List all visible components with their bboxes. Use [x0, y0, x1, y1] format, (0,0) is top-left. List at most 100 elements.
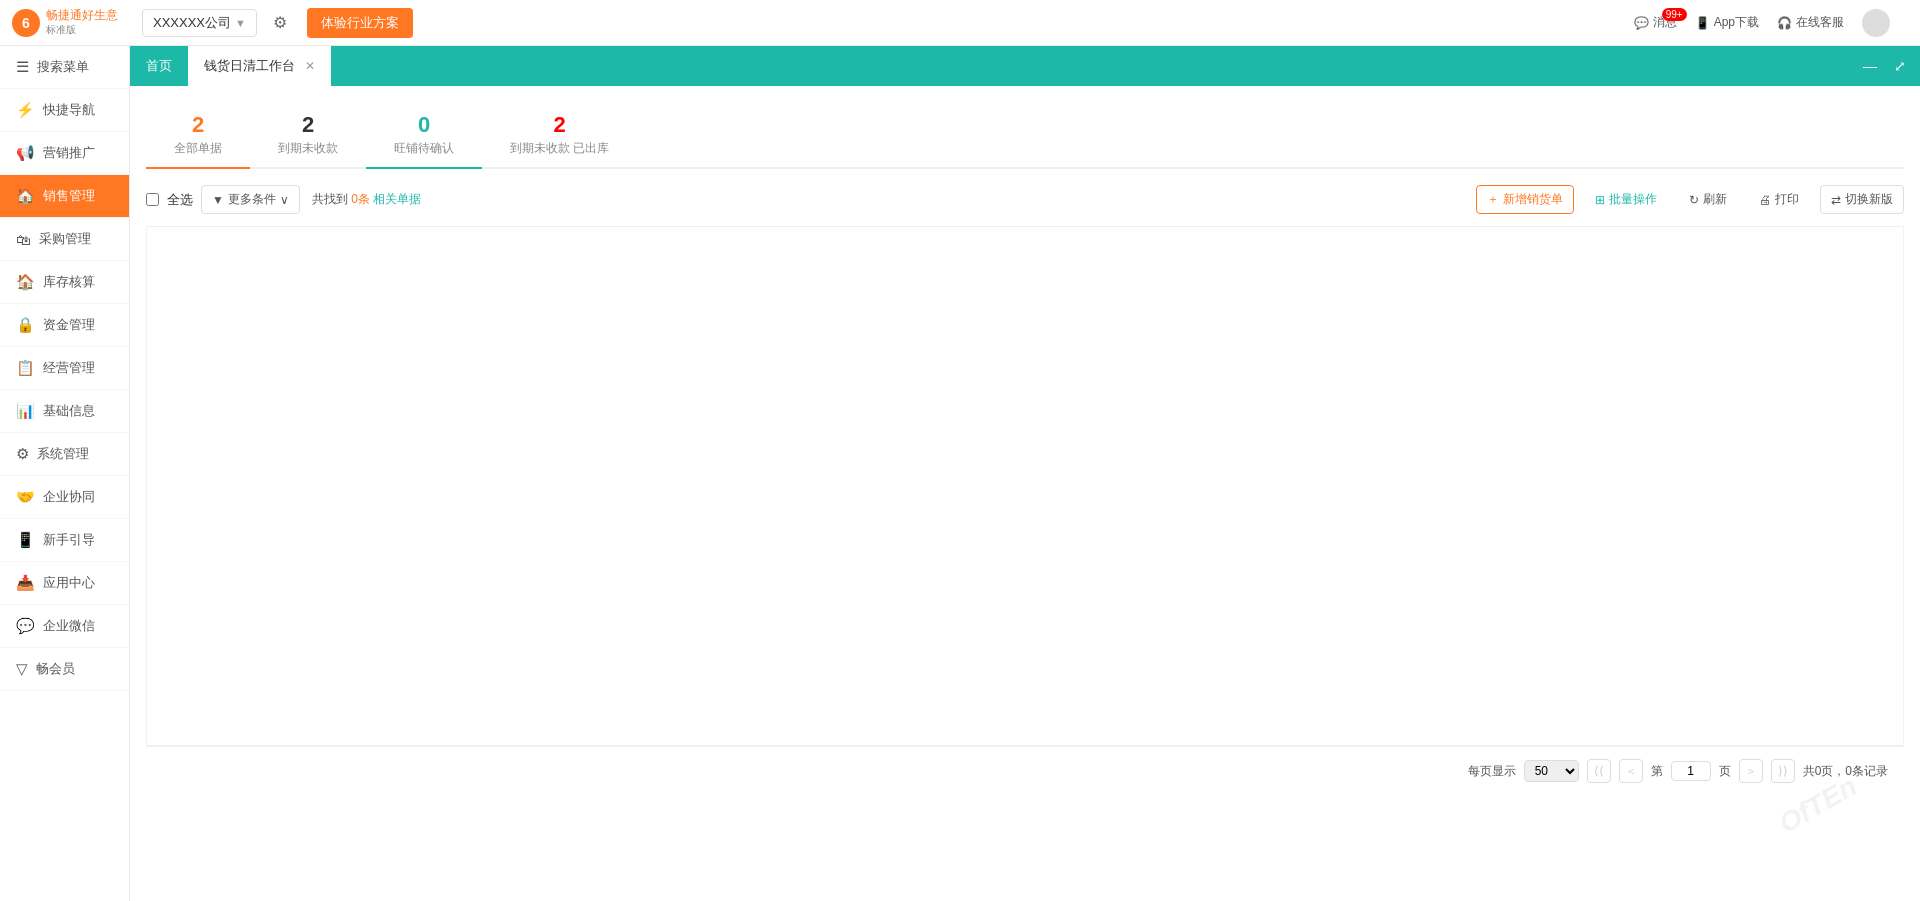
main-content: 2 全部单据 2 到期未收款 0 旺铺待确认 2 到期未收款 已出库 全选 ▼ … — [130, 86, 1920, 901]
refresh-button[interactable]: ↻ 刷新 — [1678, 185, 1738, 214]
tab-minimize-icon[interactable]: — — [1858, 54, 1882, 78]
sidebar-item-quick-nav[interactable]: ⚡ 快捷导航 — [0, 89, 129, 132]
sidebar-item-basic-info[interactable]: 📊 基础信息 — [0, 390, 129, 433]
sidebar-item-inventory[interactable]: 🏠 库存核算 — [0, 261, 129, 304]
message-icon: 💬 — [1634, 16, 1649, 30]
batch-icon: ⊞ — [1595, 193, 1605, 207]
filter-icon: ▼ — [212, 193, 224, 207]
batch-button[interactable]: ⊞ 批量操作 — [1584, 185, 1668, 214]
switch-label: 切换新版 — [1845, 191, 1893, 208]
service-icon: 🎧 — [1777, 16, 1792, 30]
app-badge: 标准版 — [46, 23, 118, 37]
select-all-checkbox[interactable] — [146, 193, 159, 206]
refresh-label: 刷新 — [1703, 191, 1727, 208]
content-area: 2 全部单据 2 到期未收款 0 旺铺待确认 2 到期未收款 已出库 全选 ▼ … — [130, 86, 1920, 901]
stat-tab-pending[interactable]: 0 旺铺待确认 — [366, 102, 482, 169]
sidebar-item-guide[interactable]: 📱 新手引导 — [0, 519, 129, 562]
tab-maximize-icon[interactable]: ⤢ — [1888, 54, 1912, 78]
switch-version-button[interactable]: ⇄ 切换新版 — [1820, 185, 1904, 214]
message-icon-item[interactable]: 💬 消息 99+ — [1634, 14, 1677, 31]
next-page-button[interactable]: ＞ — [1739, 759, 1763, 783]
page-input[interactable] — [1671, 761, 1711, 781]
sidebar-item-label: 应用中心 — [43, 574, 95, 592]
prev-page-button[interactable]: ＜ — [1619, 759, 1643, 783]
tab-home-label: 首页 — [146, 57, 172, 75]
sidebar-item-app-center[interactable]: 📥 应用中心 — [0, 562, 129, 605]
message-badge: 99+ — [1662, 8, 1687, 21]
switch-icon: ⇄ — [1831, 193, 1841, 207]
page-size-label: 每页显示 — [1468, 763, 1516, 780]
stats-tabs: 2 全部单据 2 到期未收款 0 旺铺待确认 2 到期未收款 已出库 — [146, 102, 1904, 169]
tab-close-icon[interactable]: ✕ — [305, 59, 315, 73]
app-name: 畅捷通好生意 — [46, 8, 118, 24]
chevron-down-icon: ▼ — [235, 17, 246, 29]
sidebar-item-label: 销售管理 — [43, 187, 95, 205]
sidebar-item-wechat[interactable]: 💬 企业微信 — [0, 605, 129, 648]
sidebar: ☰ 搜索菜单 ⚡ 快捷导航 📢 营销推广 🏠 销售管理 🛍 采购管理 🏠 库存核… — [0, 46, 130, 901]
found-count: 0条 — [351, 192, 370, 206]
logo-icon: 6 — [12, 9, 40, 37]
tab-workbench-label: 钱货日清工作台 — [204, 57, 295, 75]
sales-icon: 🏠 — [16, 187, 35, 205]
marketing-icon: 📢 — [16, 144, 35, 162]
stat-number-overdue-stock: 2 — [554, 112, 566, 138]
app-download-item[interactable]: 📱 App下载 — [1695, 14, 1759, 31]
sidebar-item-system[interactable]: ⚙ 系统管理 — [0, 433, 129, 476]
gear-icon[interactable]: ⚙ — [265, 8, 295, 38]
sidebar-item-member[interactable]: ▽ 畅会员 — [0, 648, 129, 691]
system-icon: ⚙ — [16, 445, 29, 463]
filter-label: 更多条件 — [228, 191, 276, 208]
trial-button[interactable]: 体验行业方案 — [307, 8, 413, 38]
sidebar-item-operations[interactable]: 📋 经营管理 — [0, 347, 129, 390]
stat-label-overdue-stock: 到期未收款 已出库 — [510, 140, 609, 157]
refresh-icon: ↻ — [1689, 193, 1699, 207]
filter-button[interactable]: ▼ 更多条件 ∨ — [201, 185, 300, 214]
sidebar-item-label: 搜索菜单 — [37, 58, 89, 76]
sidebar-item-finance[interactable]: 🔒 资金管理 — [0, 304, 129, 347]
online-service-label: 在线客服 — [1796, 14, 1844, 31]
toolbar: 全选 ▼ 更多条件 ∨ 共找到 0条 相关单据 ＋ 新增销货单 ⊞ 批量操作 — [146, 185, 1904, 214]
tab-home[interactable]: 首页 — [130, 46, 188, 86]
company-selector[interactable]: XXXXXX公司 ▼ — [142, 9, 257, 37]
filter-arrow-icon: ∨ — [280, 193, 289, 207]
sidebar-item-purchase[interactable]: 🛍 采购管理 — [0, 218, 129, 261]
tab-workbench[interactable]: 钱货日清工作台 ✕ — [188, 46, 331, 86]
online-service-item[interactable]: 🎧 在线客服 — [1777, 14, 1844, 31]
stat-tab-overdue[interactable]: 2 到期未收款 — [250, 102, 366, 169]
purchase-icon: 🛍 — [16, 231, 31, 248]
stat-number-pending: 0 — [418, 112, 430, 138]
select-all-label: 全选 — [167, 191, 193, 209]
sidebar-item-label: 基础信息 — [43, 402, 95, 420]
first-page-button[interactable]: ⟨⟨ — [1587, 759, 1611, 783]
sidebar-item-search[interactable]: ☰ 搜索菜单 — [0, 46, 129, 89]
found-label: 共找到 — [312, 192, 348, 206]
stat-number-overdue: 2 — [302, 112, 314, 138]
pagination-bar: 每页显示 50 20 100 ⟨⟨ ＜ 第 页 ＞ ⟩⟩ 共0页，0条记录 — [146, 746, 1904, 795]
add-sales-button[interactable]: ＋ 新增销货单 — [1476, 185, 1574, 214]
page-size-select[interactable]: 50 20 100 — [1524, 760, 1579, 782]
finance-icon: 🔒 — [16, 316, 35, 334]
related-link[interactable]: 相关单据 — [373, 192, 421, 206]
sidebar-item-marketing[interactable]: 📢 营销推广 — [0, 132, 129, 175]
avatar[interactable] — [1862, 9, 1890, 37]
stat-label-overdue: 到期未收款 — [278, 140, 338, 157]
page-label: 第 — [1651, 763, 1663, 780]
stat-label-all: 全部单据 — [174, 140, 222, 157]
sidebar-item-enterprise[interactable]: 🤝 企业协同 — [0, 476, 129, 519]
wechat-icon: 💬 — [16, 617, 35, 635]
table-area — [146, 226, 1904, 746]
sidebar-item-sales[interactable]: 🏠 销售管理 — [0, 175, 129, 218]
print-label: 打印 — [1775, 191, 1799, 208]
sidebar-item-label: 新手引导 — [43, 531, 95, 549]
stat-tab-overdue-stock[interactable]: 2 到期未收款 已出库 — [482, 102, 637, 169]
basic-info-icon: 📊 — [16, 402, 35, 420]
add-icon: ＋ — [1487, 191, 1499, 208]
operations-icon: 📋 — [16, 359, 35, 377]
print-button[interactable]: 🖨 打印 — [1748, 185, 1810, 214]
sidebar-item-label: 企业协同 — [43, 488, 95, 506]
company-name: XXXXXX公司 — [153, 14, 231, 32]
add-label: 新增销货单 — [1503, 191, 1563, 208]
last-page-button[interactable]: ⟩⟩ — [1771, 759, 1795, 783]
stat-tab-all[interactable]: 2 全部单据 — [146, 102, 250, 169]
member-icon: ▽ — [16, 660, 28, 678]
